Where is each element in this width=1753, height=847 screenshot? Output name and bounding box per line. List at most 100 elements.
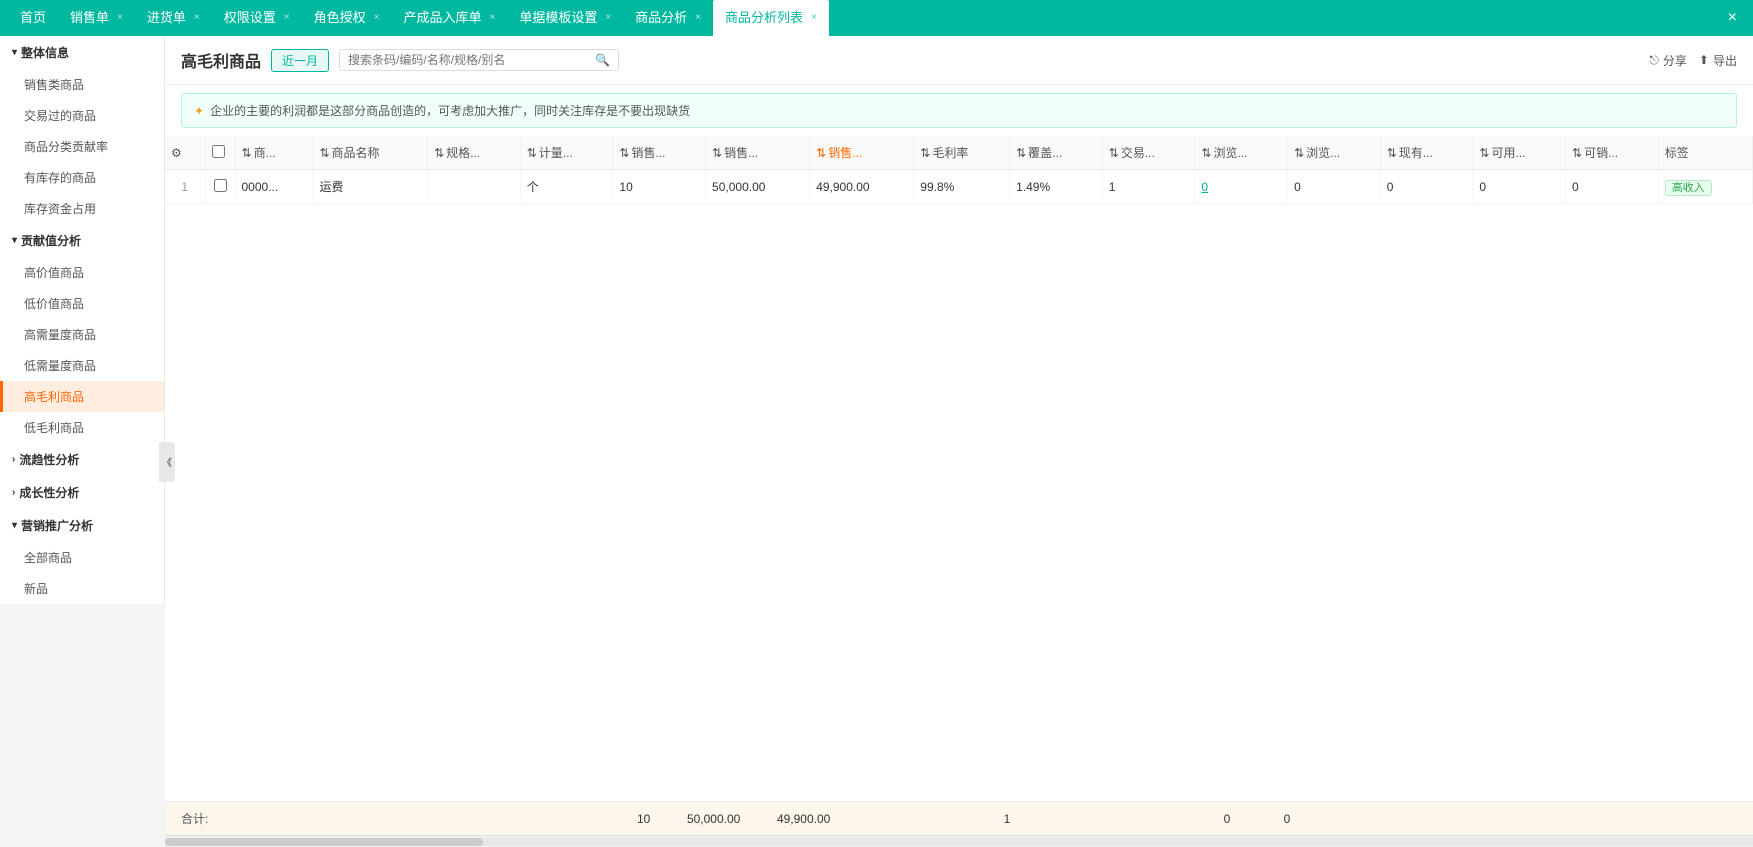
- sidebar-group-trend-analysis[interactable]: › 流趋性分析: [0, 443, 164, 476]
- nav-template-settings[interactable]: 单据模板设置 ×: [507, 0, 623, 36]
- data-table: ⚙ ⇅ 商...: [165, 136, 1753, 204]
- nav-permission-settings[interactable]: 权限设置 ×: [212, 0, 302, 36]
- select-all-checkbox[interactable]: [212, 145, 225, 158]
- table-row[interactable]: 1 0000... 运费 个 10 50,000.00 49,900.00 99…: [165, 170, 1753, 204]
- sidebar-group-overall-info[interactable]: ▾ 整体信息: [0, 36, 164, 69]
- share-button[interactable]: ⎋ 分享: [1649, 52, 1687, 69]
- nav-product-analysis[interactable]: 商品分析 ×: [623, 0, 713, 36]
- sidebar-item-traded-goods[interactable]: 交易过的商品: [0, 100, 164, 131]
- cell-current-stock: 0: [1380, 170, 1473, 204]
- nav-home[interactable]: 首页: [8, 0, 58, 36]
- sort-icon-views1: ⇅: [1201, 146, 1211, 160]
- sidebar-item-sales-goods[interactable]: 销售类商品: [0, 69, 164, 100]
- settings-icon: ⚙: [171, 146, 182, 160]
- sidebar-item-high-demand[interactable]: 高需量度商品: [0, 319, 164, 350]
- arrow-marketing-analysis: ▾: [12, 520, 17, 531]
- row-checkbox[interactable]: [214, 179, 227, 192]
- sort-icon-name: ⇅: [319, 146, 329, 160]
- col-header-name[interactable]: ⇅ 商品名称: [313, 136, 428, 170]
- col-header-coverage[interactable]: ⇅ 覆盖...: [1010, 136, 1103, 170]
- col-header-available[interactable]: ⇅ 可用...: [1473, 136, 1566, 170]
- col-header-sales-amount[interactable]: ⇅ 销售...: [706, 136, 810, 170]
- window-close-button[interactable]: ×: [1720, 9, 1745, 27]
- col-header-sales-qty[interactable]: ⇅ 销售...: [613, 136, 706, 170]
- table-container[interactable]: ⚙ ⇅ 商...: [165, 136, 1753, 801]
- col-header-current-stock[interactable]: ⇅ 现有...: [1380, 136, 1473, 170]
- col-header-num[interactable]: ⚙: [165, 136, 205, 170]
- sidebar-item-high-value[interactable]: 高价值商品: [0, 257, 164, 288]
- col-header-unit[interactable]: ⇅ 计量...: [520, 136, 613, 170]
- sort-icon-sales-profit: ⇅: [816, 146, 826, 160]
- sort-icon-gross-margin: ⇅: [920, 146, 930, 160]
- main-layout: ▾ 整体信息 销售类商品 交易过的商品 商品分类贡献率 有库存的商品 库存资金占…: [0, 36, 1753, 847]
- sidebar-item-new-goods[interactable]: 新品: [0, 573, 164, 604]
- close-product-analysis-list[interactable]: ×: [811, 0, 817, 36]
- cell-check[interactable]: [205, 170, 235, 204]
- col-header-gross-margin[interactable]: ⇅ 毛利率: [914, 136, 1010, 170]
- sidebar-group-growth-analysis[interactable]: › 成长性分析: [0, 476, 164, 509]
- cell-gross-margin: 99.8%: [914, 170, 1010, 204]
- sort-icon-sales-qty: ⇅: [619, 146, 629, 160]
- arrow-growth-analysis: ›: [12, 487, 15, 498]
- search-icon[interactable]: 🔍: [595, 53, 610, 67]
- nav-purchase-order[interactable]: 进货单 ×: [135, 0, 212, 36]
- sort-icon-sellable: ⇅: [1572, 146, 1582, 160]
- sidebar-group-value-analysis[interactable]: ▾ 贡献值分析: [0, 224, 164, 257]
- col-header-tag[interactable]: 标签: [1658, 136, 1752, 170]
- sidebar-item-low-value[interactable]: 低价值商品: [0, 288, 164, 319]
- col-header-transactions[interactable]: ⇅ 交易...: [1102, 136, 1195, 170]
- sidebar-item-all-goods[interactable]: 全部商品: [0, 542, 164, 573]
- horizontal-scrollbar[interactable]: [165, 835, 1753, 847]
- col-header-views2[interactable]: ⇅ 浏览...: [1288, 136, 1381, 170]
- sidebar-collapse-button[interactable]: 《: [159, 442, 175, 482]
- cell-sales-profit: 49,900.00: [810, 170, 914, 204]
- search-input[interactable]: [348, 53, 595, 67]
- cell-tag: 高收入: [1658, 170, 1752, 204]
- sidebar-item-stock-occupation[interactable]: 库存资金占用: [0, 193, 164, 224]
- close-purchase-order[interactable]: ×: [194, 0, 200, 36]
- sidebar-item-low-margin[interactable]: 低毛利商品: [0, 412, 164, 443]
- col-header-code[interactable]: ⇅ 商...: [235, 136, 313, 170]
- close-product-entry[interactable]: ×: [489, 0, 495, 36]
- sort-icon-code: ⇅: [242, 146, 252, 160]
- close-sales-order[interactable]: ×: [117, 0, 123, 36]
- col-header-views1[interactable]: ⇅ 浏览...: [1195, 136, 1288, 170]
- sidebar-item-goods-contribution[interactable]: 商品分类贡献率: [0, 131, 164, 162]
- cell-views1[interactable]: 0: [1195, 170, 1288, 204]
- col-header-check[interactable]: [205, 136, 235, 170]
- sidebar-item-low-demand[interactable]: 低需量度商品: [0, 350, 164, 381]
- col-header-spec[interactable]: ⇅ 规格...: [428, 136, 521, 170]
- nav-role-permissions[interactable]: 角色授权 ×: [302, 0, 392, 36]
- tag-high-income: 高收入: [1665, 180, 1712, 196]
- close-template-settings[interactable]: ×: [605, 0, 611, 36]
- nav-sales-order[interactable]: 销售单 ×: [58, 0, 135, 36]
- close-role-permissions[interactable]: ×: [374, 0, 380, 36]
- sidebar-group-marketing-analysis[interactable]: ▾ 营销推广分析: [0, 509, 164, 542]
- nav-product-analysis-list[interactable]: 商品分析列表 ×: [713, 0, 829, 36]
- cell-num: 1: [165, 170, 205, 204]
- nav-product-entry[interactable]: 产成品入库单 ×: [391, 0, 507, 36]
- time-filter-button[interactable]: 近一月: [271, 49, 329, 72]
- sort-icon-views2: ⇅: [1294, 146, 1304, 160]
- close-permission-settings[interactable]: ×: [284, 0, 290, 36]
- col-header-sales-profit[interactable]: ⇅ 销售...: [810, 136, 914, 170]
- share-icon: ⎋: [1649, 53, 1659, 68]
- sidebar-item-high-margin[interactable]: 高毛利商品: [0, 381, 164, 412]
- sort-icon-coverage: ⇅: [1016, 146, 1026, 160]
- sidebar-item-stock-goods[interactable]: 有库存的商品: [0, 162, 164, 193]
- col-header-sellable[interactable]: ⇅ 可销...: [1566, 136, 1659, 170]
- sort-icon-available: ⇅: [1479, 146, 1489, 160]
- arrow-trend-analysis: ›: [12, 454, 15, 465]
- arrow-value-analysis: ▾: [12, 235, 17, 246]
- close-product-analysis[interactable]: ×: [695, 0, 701, 36]
- scrollbar-thumb[interactable]: [165, 838, 483, 846]
- cell-code: 0000...: [235, 170, 313, 204]
- export-icon: ⬆: [1699, 53, 1709, 67]
- search-box: 🔍: [339, 49, 619, 71]
- footer-available: 0: [1236, 812, 1296, 826]
- footer-current-stock: 0: [1176, 812, 1236, 826]
- footer-label: 合计:: [181, 810, 208, 827]
- views1-link[interactable]: 0: [1201, 180, 1208, 194]
- export-button[interactable]: ⬆ 导出: [1699, 52, 1737, 69]
- sidebar: ▾ 整体信息 销售类商品 交易过的商品 商品分类贡献率 有库存的商品 库存资金占…: [0, 36, 165, 604]
